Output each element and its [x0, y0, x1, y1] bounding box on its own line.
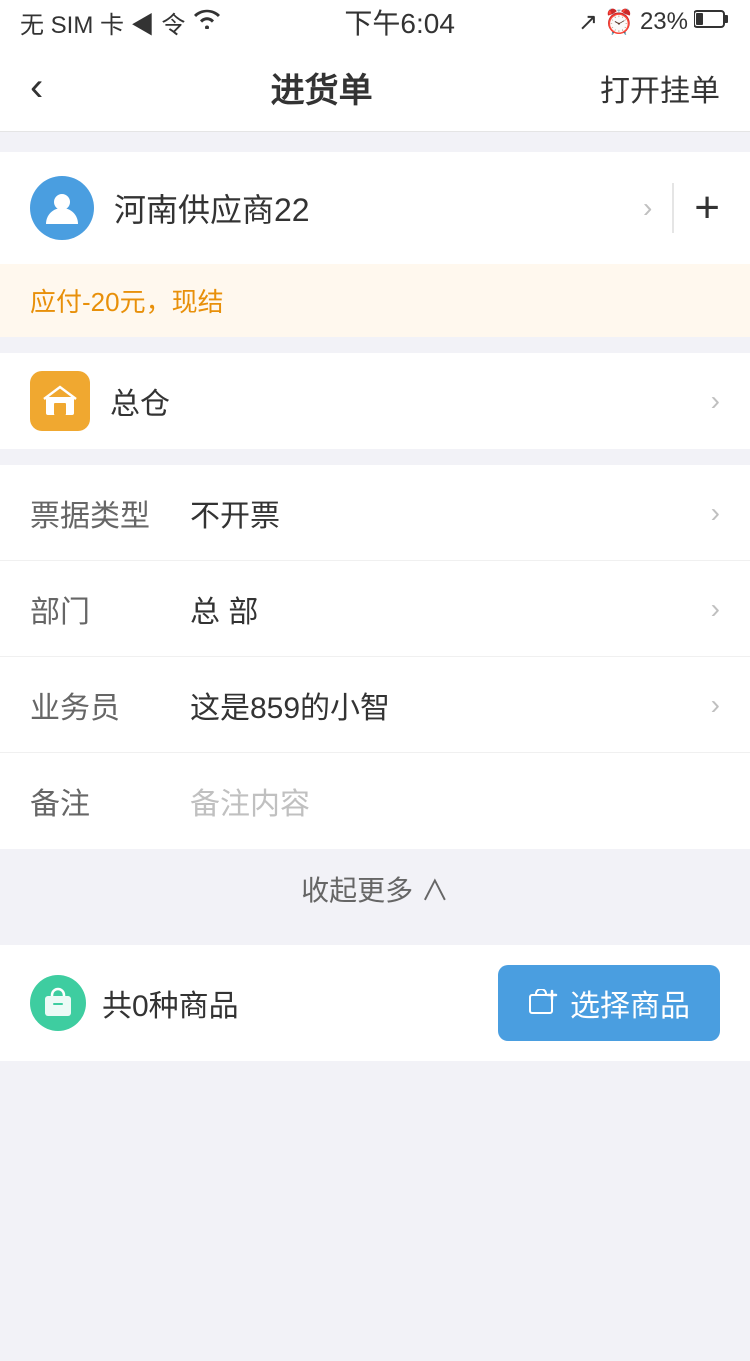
warehouse-chevron-icon: › [711, 385, 720, 417]
ticket-type-chevron-icon: › [711, 497, 720, 529]
supplier-row[interactable]: 河南供应商22 › + [0, 152, 750, 264]
select-goods-icon [528, 989, 560, 1017]
collapse-button[interactable]: 收起更多 ∧ [0, 849, 750, 929]
department-value: 总 部 [190, 587, 711, 631]
department-row[interactable]: 部门 总 部 › [0, 561, 750, 657]
ticket-type-value: 不开票 [190, 491, 711, 535]
open-pending-button[interactable]: 打开挂单 [600, 66, 720, 110]
department-label: 部门 [30, 587, 190, 631]
notice-banner: 应付-20元，现结 [0, 264, 750, 337]
wifi-icon [193, 8, 221, 36]
remark-value[interactable]: 备注内容 [190, 779, 720, 823]
battery-label: 23% [640, 8, 688, 36]
status-right: ↗ ⏰ 23% [578, 8, 730, 37]
department-chevron-icon: › [711, 593, 720, 625]
goods-count-wrap: 共0种商品 [30, 975, 239, 1031]
bottom-bar: 共0种商品 选择商品 [0, 945, 750, 1061]
vertical-divider [672, 183, 674, 233]
supplier-card: 河南供应商22 › + 应付-20元，现结 [0, 152, 750, 337]
section-gap-4 [0, 929, 750, 945]
page-title: 进货单 [271, 63, 373, 112]
remark-row[interactable]: 备注 备注内容 [0, 753, 750, 849]
warehouse-name: 总仓 [110, 379, 711, 423]
remark-label: 备注 [30, 779, 190, 823]
warehouse-icon-wrap [30, 371, 90, 431]
section-gap-3 [0, 449, 750, 465]
warehouse-icon [42, 383, 78, 419]
collapse-label: 收起更多 ∧ [301, 869, 449, 909]
sim-label: 无 SIM 卡 ◀ 令 [20, 5, 185, 40]
battery-icon [694, 8, 730, 36]
status-time: 下午6:04 [344, 2, 455, 42]
warehouse-row[interactable]: 总仓 › [0, 353, 750, 449]
status-bar: 无 SIM 卡 ◀ 令 下午6:04 ↗ ⏰ 23% [0, 0, 750, 44]
salesperson-row[interactable]: 业务员 这是859的小智 › [0, 657, 750, 753]
avatar [30, 176, 94, 240]
form-section: 票据类型 不开票 › 部门 总 部 › 业务员 这是859的小智 › 备注 备注… [0, 465, 750, 849]
supplier-name: 河南供应商22 [114, 185, 643, 231]
add-supplier-button[interactable]: + [694, 186, 720, 230]
warehouse-card: 总仓 › [0, 353, 750, 449]
nav-bar: ‹ 进货单 打开挂单 [0, 44, 750, 132]
goods-icon-wrap [30, 975, 86, 1031]
alarm-icon: ⏰ [604, 8, 634, 37]
select-goods-button[interactable]: 选择商品 [498, 965, 720, 1041]
ticket-type-row[interactable]: 票据类型 不开票 › [0, 465, 750, 561]
salesperson-label: 业务员 [30, 683, 190, 727]
back-button[interactable]: ‹ [30, 65, 43, 110]
goods-count-text: 共0种商品 [102, 981, 239, 1025]
remaining-background [0, 1061, 750, 1361]
section-gap-2 [0, 337, 750, 353]
salesperson-value: 这是859的小智 [190, 683, 711, 727]
supplier-chevron-icon: › [643, 192, 652, 224]
select-goods-label: 选择商品 [570, 981, 690, 1025]
salesperson-chevron-icon: › [711, 689, 720, 721]
status-left: 无 SIM 卡 ◀ 令 [20, 5, 221, 40]
shopping-bag-icon [41, 986, 75, 1020]
ticket-type-label: 票据类型 [30, 491, 190, 535]
section-gap-1 [0, 132, 750, 152]
location-icon: ↗ [578, 8, 598, 37]
